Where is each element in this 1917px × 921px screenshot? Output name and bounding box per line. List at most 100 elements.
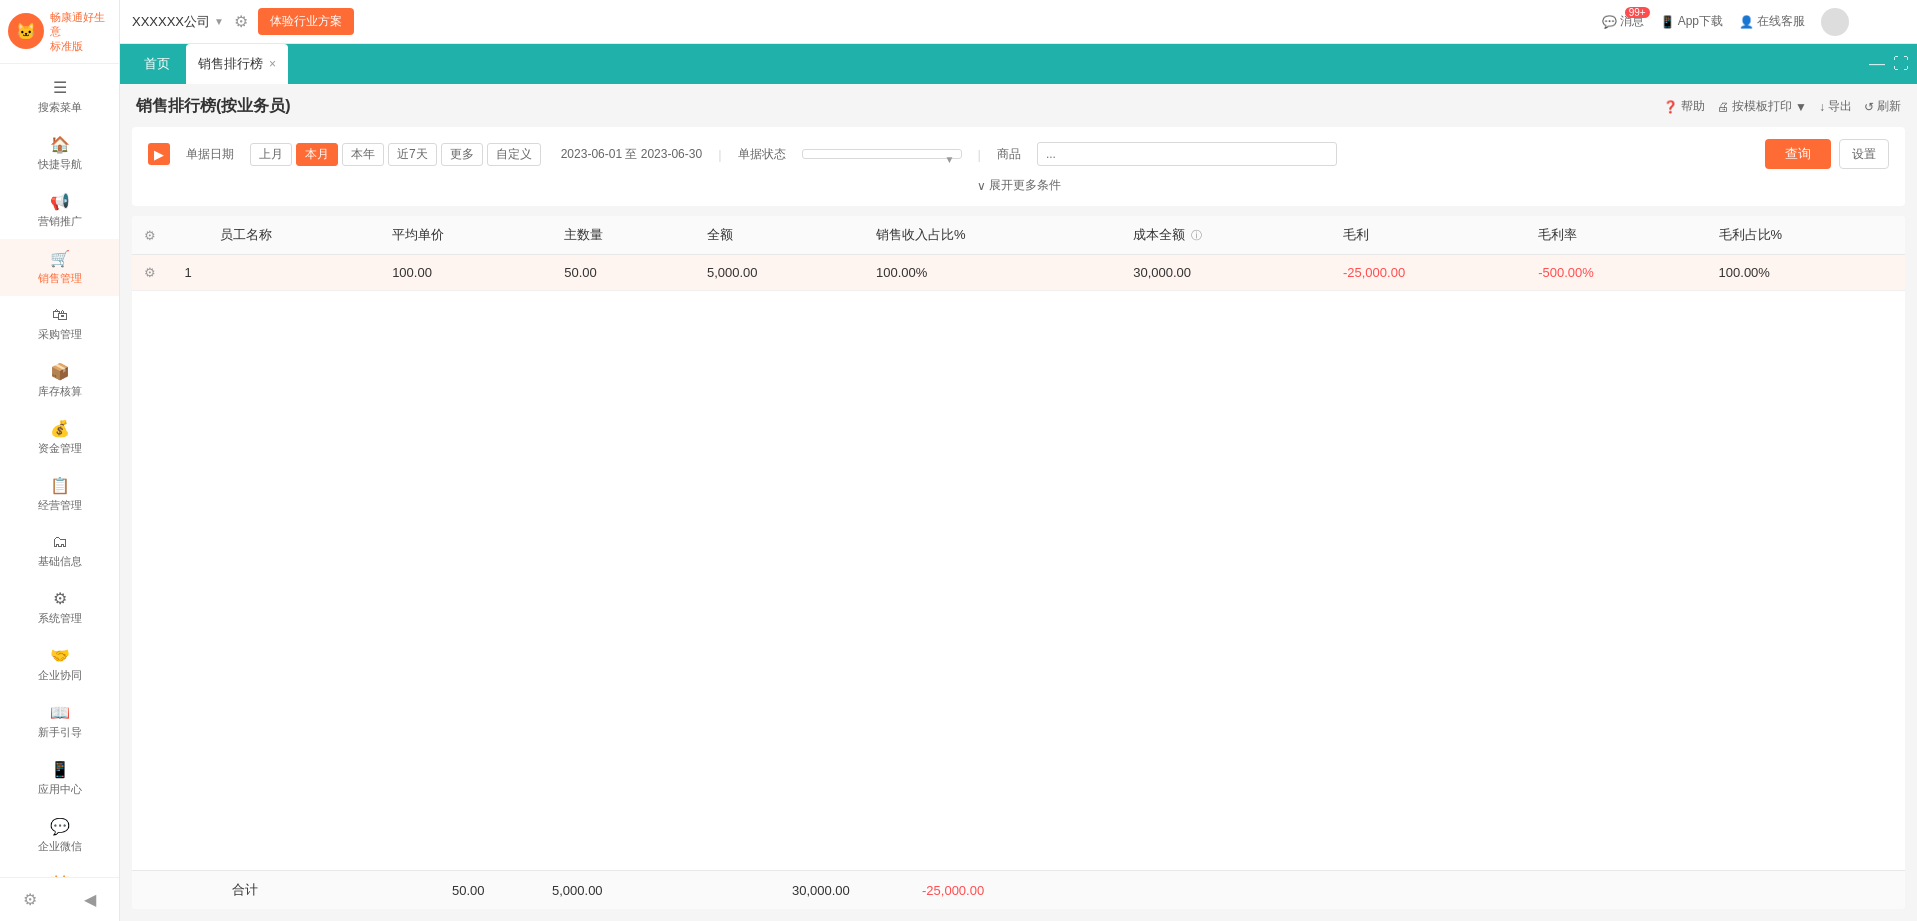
company-settings-icon[interactable]: ⚙ bbox=[234, 12, 248, 31]
message-button[interactable]: 💬 消息 99+ bbox=[1602, 13, 1644, 30]
tab-bar-right: — ⛶ bbox=[1869, 55, 1909, 73]
wechat-icon: 💬 bbox=[50, 817, 70, 836]
sidebar-item-guide[interactable]: 📖 新手引导 bbox=[0, 693, 119, 750]
sidebar-label-apps: 应用中心 bbox=[38, 782, 82, 797]
sidebar-item-sales[interactable]: 🛒销售管理 bbox=[0, 239, 119, 296]
date-btn-更多[interactable]: 更多 bbox=[441, 143, 483, 166]
col-gross-rate: 毛利率 bbox=[1526, 216, 1706, 255]
sidebar-item-marketing[interactable]: 📢营销推广 bbox=[0, 182, 119, 239]
sidebar-item-collab[interactable]: 🤝企业协同 bbox=[0, 636, 119, 693]
help-link[interactable]: ❓ 帮助 bbox=[1663, 98, 1705, 115]
footer-cost: 30,000.00 bbox=[792, 883, 850, 898]
header-right: 💬 消息 99+ 📱 App下载 👤 在线客服 bbox=[1602, 8, 1905, 36]
status-caret-icon: ▼ bbox=[945, 154, 955, 165]
sidebar-item-wechat[interactable]: 💬 企业微信 bbox=[0, 807, 119, 864]
sidebar-item-inventory[interactable]: 📦 库存核算 bbox=[0, 352, 119, 409]
tab-sales-ranking[interactable]: 销售排行榜 × bbox=[186, 44, 288, 84]
message-icon: 💬 bbox=[1602, 15, 1617, 29]
sidebar-label-inventory: 库存核算 bbox=[38, 384, 82, 399]
row-quantity: 50.00 bbox=[552, 255, 695, 291]
sidebar-label-search: 搜索菜单 bbox=[38, 100, 82, 115]
sidebar-label-wechat: 企业微信 bbox=[38, 839, 82, 854]
cost-info-icon[interactable]: ⓘ bbox=[1191, 229, 1202, 241]
col-gross: 毛利 bbox=[1331, 216, 1526, 255]
goods-input[interactable] bbox=[1037, 142, 1337, 166]
sidebar-item-search[interactable]: ☰ 搜索菜单 bbox=[0, 68, 119, 125]
date-btn-上月[interactable]: 上月 bbox=[250, 143, 292, 166]
sidebar-item-system[interactable]: ⚙系统管理 bbox=[0, 579, 119, 636]
trial-button[interactable]: 体验行业方案 bbox=[258, 8, 354, 35]
page-actions: ❓ 帮助 🖨 按模板打印 ▼ ↓ 导出 ↺ 刷新 bbox=[1663, 98, 1901, 115]
export-link[interactable]: ↓ 导出 bbox=[1819, 98, 1852, 115]
date-btn-自定义[interactable]: 自定义 bbox=[487, 143, 541, 166]
print-caret-icon: ▼ bbox=[1795, 100, 1807, 114]
footer-cells: 合计 50.00 5,000.00 30,000.00 -25,000.00 bbox=[144, 881, 1893, 899]
row-rank: 1 bbox=[168, 255, 208, 291]
footer-label: 合计 bbox=[232, 882, 258, 897]
company-caret-icon: ▼ bbox=[214, 16, 224, 27]
sidebar-label-shortcuts: 快捷导航 bbox=[38, 157, 82, 172]
sidebar-item-operations[interactable]: 📋经营管理 bbox=[0, 466, 119, 523]
date-btn-近7天[interactable]: 近7天 bbox=[388, 143, 437, 166]
sidebar-collapse-icon[interactable]: ◀ bbox=[76, 886, 104, 913]
row-amount: 5,000.00 bbox=[695, 255, 864, 291]
filter-expand-toggle[interactable]: ▶ bbox=[148, 143, 170, 165]
filter-row-1: ▶ 单据日期 上月本月本年近7天更多自定义 2023-06-01 至 2023-… bbox=[148, 139, 1889, 169]
sidebar-settings-icon[interactable]: ⚙ bbox=[15, 886, 45, 913]
settings-button[interactable]: 设置 bbox=[1839, 139, 1889, 169]
top-header: XXXXXX公司 ▼ ⚙ 体验行业方案 💬 消息 99+ 📱 App下载 👤 在… bbox=[120, 0, 1917, 44]
date-btn-本月[interactable]: 本月 bbox=[296, 143, 338, 166]
status-select[interactable]: ▼ bbox=[802, 149, 962, 159]
tab-close-icon[interactable]: × bbox=[269, 57, 276, 71]
row-settings[interactable]: ⚙ bbox=[132, 255, 168, 291]
help-icon: ❓ bbox=[1663, 100, 1678, 114]
app-download-button[interactable]: 📱 App下载 bbox=[1660, 13, 1723, 30]
main-area: XXXXXX公司 ▼ ⚙ 体验行业方案 💬 消息 99+ 📱 App下载 👤 在… bbox=[120, 0, 1917, 921]
sidebar-item-member[interactable]: 👑畅会员 bbox=[0, 864, 119, 877]
status-label: 单据状态 bbox=[738, 146, 786, 163]
company-name: XXXXXX公司 bbox=[132, 13, 210, 31]
tab-maximize-icon[interactable]: ⛶ bbox=[1893, 55, 1909, 73]
row-cost: 30,000.00 bbox=[1121, 255, 1331, 291]
query-button[interactable]: 查询 bbox=[1765, 139, 1831, 169]
table-body: ⚙ 1 100.00 50.00 5,000.00 100.00% 30,000… bbox=[132, 255, 1905, 291]
content-area: 销售排行榜(按业务员) ❓ 帮助 🖨 按模板打印 ▼ ↓ 导出 ↺ 刷新 bbox=[120, 84, 1917, 921]
sidebar-nav: ☰ 搜索菜单 🏠快捷导航📢营销推广🛒销售管理🛍采购管理 📦 库存核算 💰资金管理📋经营管理… bbox=[0, 64, 119, 877]
sidebar-item-basics[interactable]: 🗂基础信息 bbox=[0, 523, 119, 579]
search-icon: ☰ bbox=[53, 78, 67, 97]
goods-label: 商品 bbox=[997, 146, 1021, 163]
sidebar-item-purchase[interactable]: 🛍采购管理 bbox=[0, 296, 119, 352]
tab-home[interactable]: 首页 bbox=[128, 44, 186, 84]
expand-more-button[interactable]: ∨ 展开更多条件 bbox=[977, 177, 1061, 194]
guide-icon: 📖 bbox=[50, 703, 70, 722]
company-selector[interactable]: XXXXXX公司 ▼ bbox=[132, 13, 224, 31]
col-quantity: 主数量 bbox=[552, 216, 695, 255]
table-footer: 合计 50.00 5,000.00 30,000.00 -25,000.00 bbox=[132, 870, 1905, 909]
date-btn-本年[interactable]: 本年 bbox=[342, 143, 384, 166]
chevron-down-icon: ∨ bbox=[977, 179, 986, 193]
sidebar-label-guide: 新手引导 bbox=[38, 725, 82, 740]
sidebar-item-apps[interactable]: 📱应用中心 bbox=[0, 750, 119, 807]
page-header: 销售排行榜(按业务员) ❓ 帮助 🖨 按模板打印 ▼ ↓ 导出 ↺ 刷新 bbox=[132, 96, 1905, 117]
status-select-wrapper: ▼ bbox=[802, 149, 962, 159]
data-table: ⚙ 员工名称 平均单价 主数量 全额 销售收入占比% 成本全额 ⓘ bbox=[132, 216, 1905, 291]
avatar[interactable] bbox=[1821, 8, 1849, 36]
marketing-icon: 📢 bbox=[50, 192, 70, 211]
operations-icon: 📋 bbox=[50, 476, 70, 495]
table-settings-icon[interactable]: ⚙ bbox=[144, 228, 156, 243]
online-service-button[interactable]: 👤 在线客服 bbox=[1739, 13, 1805, 30]
refresh-link[interactable]: ↺ 刷新 bbox=[1864, 98, 1901, 115]
row-employee bbox=[208, 255, 380, 291]
print-link[interactable]: 🖨 按模板打印 ▼ bbox=[1717, 98, 1807, 115]
sidebar-item-shortcuts[interactable]: 🏠快捷导航 bbox=[0, 125, 119, 182]
col-rank bbox=[168, 216, 208, 255]
service-icon: 👤 bbox=[1739, 15, 1754, 29]
tab-minimize-icon[interactable]: — bbox=[1869, 55, 1885, 73]
logo-icon: 🐱 bbox=[8, 13, 44, 49]
logo-text: 畅康通好生意 标准版 bbox=[50, 10, 111, 53]
col-avg-price: 平均单价 bbox=[380, 216, 552, 255]
print-icon: 🖨 bbox=[1717, 100, 1729, 114]
app-icon: 📱 bbox=[1660, 15, 1675, 29]
sidebar-item-finance[interactable]: 💰资金管理 bbox=[0, 409, 119, 466]
inventory-icon: 📦 bbox=[50, 362, 70, 381]
